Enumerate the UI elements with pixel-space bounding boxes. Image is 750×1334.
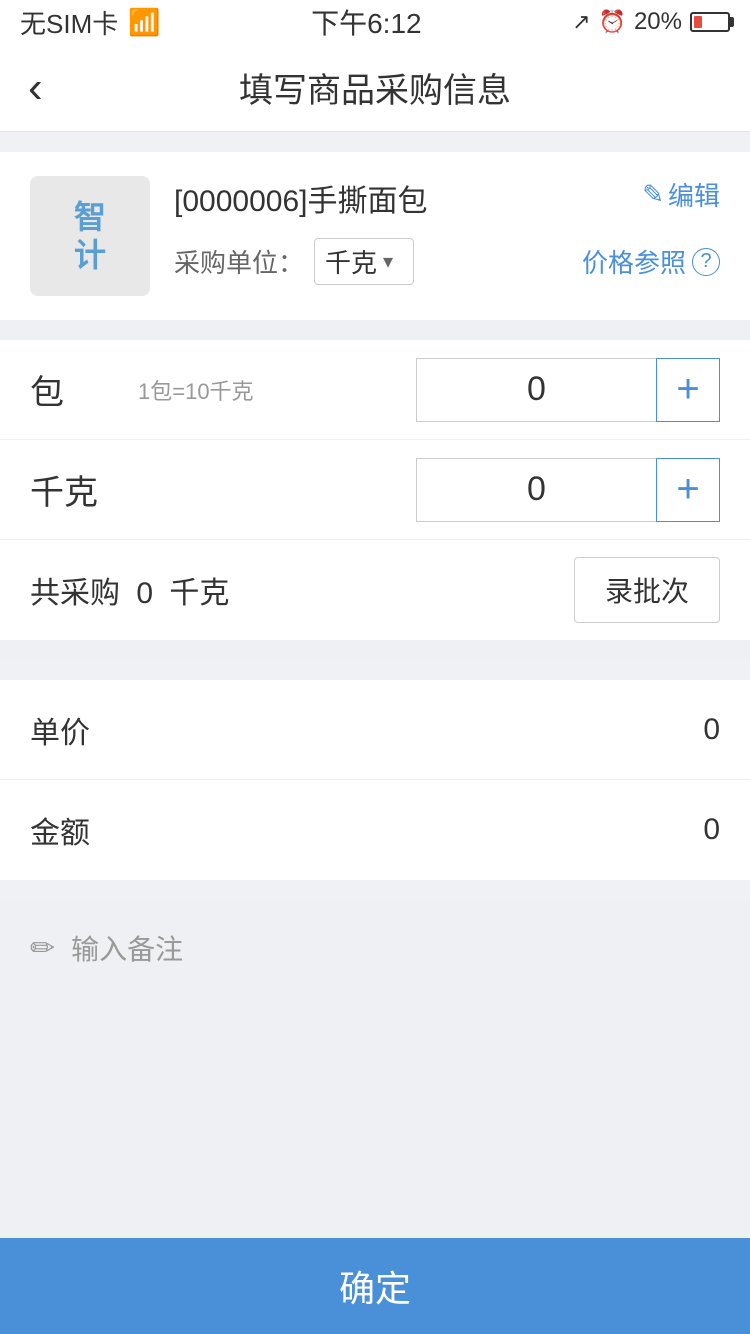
time-label: 下午6:12: [311, 2, 422, 42]
page-title: 填写商品采购信息: [239, 63, 511, 112]
product-image: 智 计: [30, 176, 150, 296]
carrier-label: 无SIM卡: [20, 4, 118, 41]
kg-input-right: +: [130, 458, 720, 522]
pencil-icon: ✏: [30, 931, 55, 966]
total-row: 共采购 0 千克 录批次: [0, 540, 750, 640]
status-bar: 无SIM卡 📶 下午6:12 ↗ ⏰ 20%: [0, 0, 750, 44]
edit-icon: ✎: [642, 179, 664, 210]
help-icon: ?: [692, 248, 720, 276]
batch-button[interactable]: 录批次: [574, 557, 720, 623]
price-section: 单价 0 金额 0: [0, 680, 750, 880]
bag-quantity-input[interactable]: [416, 358, 656, 422]
edit-button[interactable]: ✎ 编辑: [642, 176, 720, 213]
product-info: [0000006]手撕面包 ✎ 编辑 采购单位： 千克 ▾ 价格参照 ?: [174, 176, 720, 285]
section-divider-1: [0, 320, 750, 340]
edit-label: 编辑: [668, 176, 720, 213]
plus-icon: +: [676, 367, 699, 412]
bag-sub-label: 1包=10千克: [138, 374, 254, 406]
section-divider-2: [0, 640, 750, 660]
kg-quantity-input[interactable]: [416, 458, 656, 522]
product-logo: 智 计: [74, 198, 106, 275]
bag-plus-button[interactable]: +: [656, 358, 720, 422]
unit-select[interactable]: 千克 ▾: [314, 238, 414, 285]
purchase-unit-row: 采购单位： 千克 ▾ 价格参照 ?: [174, 238, 720, 285]
unit-price-label: 单价: [30, 708, 90, 752]
product-full-name: [0000006]手撕面包: [174, 176, 427, 220]
back-button[interactable]: ‹: [28, 66, 43, 110]
battery-percent: 20%: [634, 8, 682, 36]
unit-value: 千克: [325, 243, 377, 280]
bag-label: 包: [30, 365, 130, 414]
footer-spacer: [0, 996, 750, 1256]
battery-icon: [690, 12, 730, 32]
confirm-button[interactable]: 确定: [0, 1238, 750, 1334]
bag-input-right: +: [254, 358, 720, 422]
status-left: 无SIM卡 📶: [20, 4, 161, 41]
kg-input-row: 千克 +: [0, 440, 750, 540]
input-section: 包 1包=10千克 + 千克 +: [0, 340, 750, 540]
amount-value: 0: [703, 813, 720, 847]
status-right: ↗ ⏰ 20%: [572, 8, 730, 36]
total-text: 共采购 0 千克: [30, 568, 229, 612]
alarm-icon: ⏰: [599, 9, 626, 35]
chevron-down-icon: ▾: [383, 249, 393, 274]
location-icon: ↗: [572, 9, 590, 35]
wifi-icon: 📶: [128, 7, 160, 38]
plus-icon-kg: +: [676, 467, 699, 512]
kg-plus-button[interactable]: +: [656, 458, 720, 522]
product-card: 智 计 [0000006]手撕面包 ✎ 编辑 采购单位： 千克 ▾ 价格参照 ?: [0, 152, 750, 320]
nav-bar: ‹ 填写商品采购信息: [0, 44, 750, 132]
amount-label: 金额: [30, 808, 90, 852]
unit-price-row: 单价 0: [0, 680, 750, 780]
remark-section[interactable]: ✏ 输入备注: [0, 900, 750, 996]
amount-row: 金额 0: [0, 780, 750, 880]
remark-placeholder: 输入备注: [71, 928, 183, 968]
price-ref-label: 价格参照: [582, 243, 686, 280]
product-name-row: [0000006]手撕面包 ✎ 编辑: [174, 176, 720, 220]
kg-label: 千克: [30, 465, 130, 514]
unit-label: 采购单位：: [174, 243, 304, 280]
unit-price-value: 0: [703, 713, 720, 747]
bag-input-row: 包 1包=10千克 +: [0, 340, 750, 440]
price-ref-button[interactable]: 价格参照 ?: [582, 243, 720, 280]
